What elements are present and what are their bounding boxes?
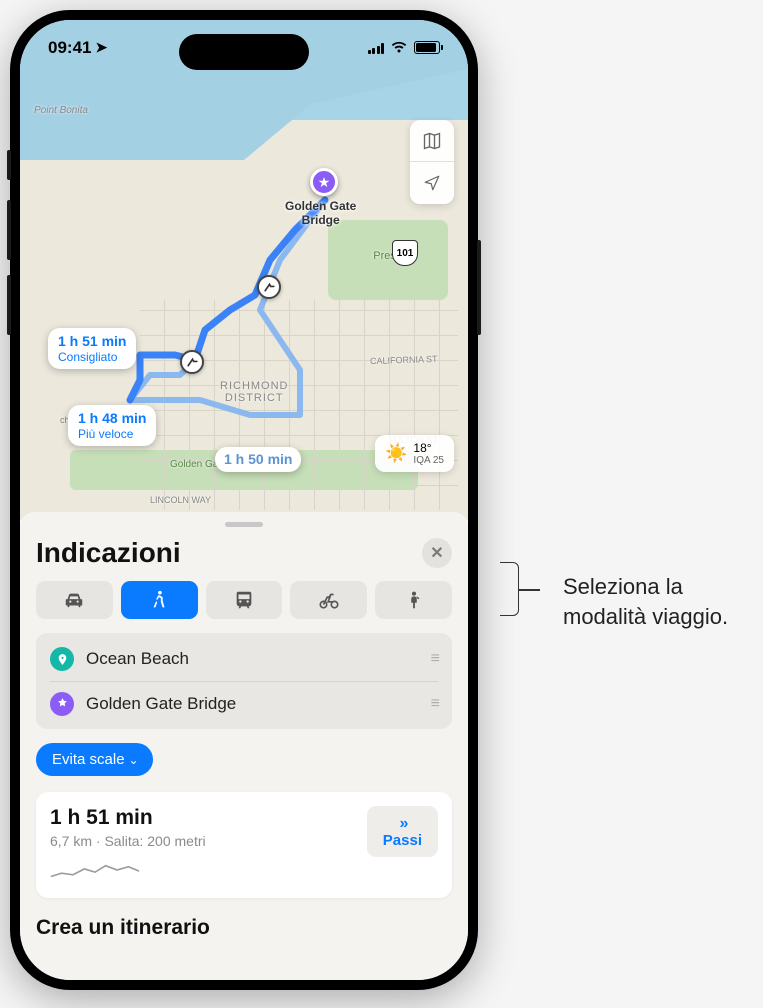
elevation-profile-chart: [50, 857, 140, 883]
close-icon: ✕: [430, 543, 443, 563]
destination-icon: [50, 692, 74, 716]
mute-switch[interactable]: [7, 150, 11, 180]
weather-chip[interactable]: ☀️ 18° IQA 25: [375, 435, 454, 472]
route-badge-fastest[interactable]: 1 h 48 min Più veloce: [68, 405, 156, 446]
locate-me-button[interactable]: [410, 162, 454, 204]
cellular-signal-icon: [368, 42, 385, 54]
origin-icon: [50, 647, 74, 671]
route-result-card[interactable]: 1 h 51 min 6,7 km · Salita: 200 metri » …: [36, 792, 452, 898]
turn-marker-icon: [180, 350, 204, 374]
steps-button[interactable]: » Passi: [367, 806, 438, 857]
mode-bike-button[interactable]: [290, 581, 367, 619]
map-label-lincoln: LINCOLN WAY: [150, 495, 211, 505]
sun-icon: ☀️: [385, 443, 407, 464]
highway-shield-icon: 101: [392, 240, 418, 266]
route-stops-card: Ocean Beach ≡ Golden Gate Bridge ≡: [36, 633, 452, 729]
forward-arrows-icon: »: [383, 816, 422, 832]
route-badge-alt[interactable]: 1 h 50 min: [215, 447, 301, 472]
wifi-icon: [390, 38, 408, 58]
status-time: 09:41: [48, 38, 91, 58]
phone-frame: 09:41 ➤ Point Bonita Presidio RICHMOND: [10, 10, 478, 990]
route-duration: 1 h 51 min: [50, 806, 355, 830]
destination-label: Golden Gate Bridge: [285, 200, 356, 228]
dynamic-island: [179, 34, 309, 70]
drag-handle-icon[interactable]: ≡: [431, 650, 438, 668]
sheet-title: Indicazioni: [36, 537, 181, 569]
route-badge-recommended[interactable]: 1 h 51 min Consigliato: [48, 328, 136, 369]
map-view[interactable]: Point Bonita Presidio RICHMOND DISTRICT …: [20, 20, 468, 520]
callout-text: Seleziona la modalità viaggio.: [563, 572, 763, 631]
mode-rideshare-button[interactable]: [375, 581, 452, 619]
map-label-richmond: RICHMOND DISTRICT: [220, 380, 289, 404]
map-mode-button[interactable]: [410, 120, 454, 162]
annotation-callout: Seleziona la modalità viaggio.: [500, 564, 763, 631]
map-controls: [410, 120, 454, 204]
stop-end-label: Golden Gate Bridge: [86, 694, 419, 714]
mode-transit-button[interactable]: [206, 581, 283, 619]
screen: 09:41 ➤ Point Bonita Presidio RICHMOND: [20, 20, 468, 980]
directions-sheet[interactable]: Indicazioni ✕: [20, 512, 468, 980]
power-button[interactable]: [477, 240, 481, 335]
close-button[interactable]: ✕: [422, 538, 452, 568]
travel-mode-selector: [36, 581, 452, 619]
volume-down-button[interactable]: [7, 275, 11, 335]
map-label-point-bonita: Point Bonita: [34, 105, 88, 116]
drag-handle-icon[interactable]: ≡: [431, 695, 438, 713]
route-subtitle: 6,7 km · Salita: 200 metri: [50, 833, 355, 849]
battery-icon: [414, 41, 440, 54]
avoid-stairs-filter[interactable]: Evita scale ⌄: [36, 743, 153, 776]
mode-drive-button[interactable]: [36, 581, 113, 619]
stop-row-end[interactable]: Golden Gate Bridge ≡: [50, 681, 438, 725]
filter-label: Evita scale: [52, 751, 125, 768]
destination-pin[interactable]: ★: [310, 168, 340, 198]
chevron-down-icon: ⌄: [129, 753, 139, 767]
stop-row-start[interactable]: Ocean Beach ≡: [50, 637, 438, 681]
stop-start-label: Ocean Beach: [86, 649, 419, 669]
sheet-grabber[interactable]: [225, 522, 263, 527]
volume-up-button[interactable]: [7, 200, 11, 260]
star-icon: ★: [318, 174, 331, 191]
location-arrow-icon: ➤: [95, 39, 107, 56]
create-itinerary-link[interactable]: Crea un itinerario: [36, 912, 452, 944]
turn-marker-icon: [257, 275, 281, 299]
mode-walk-button[interactable]: [121, 581, 198, 619]
